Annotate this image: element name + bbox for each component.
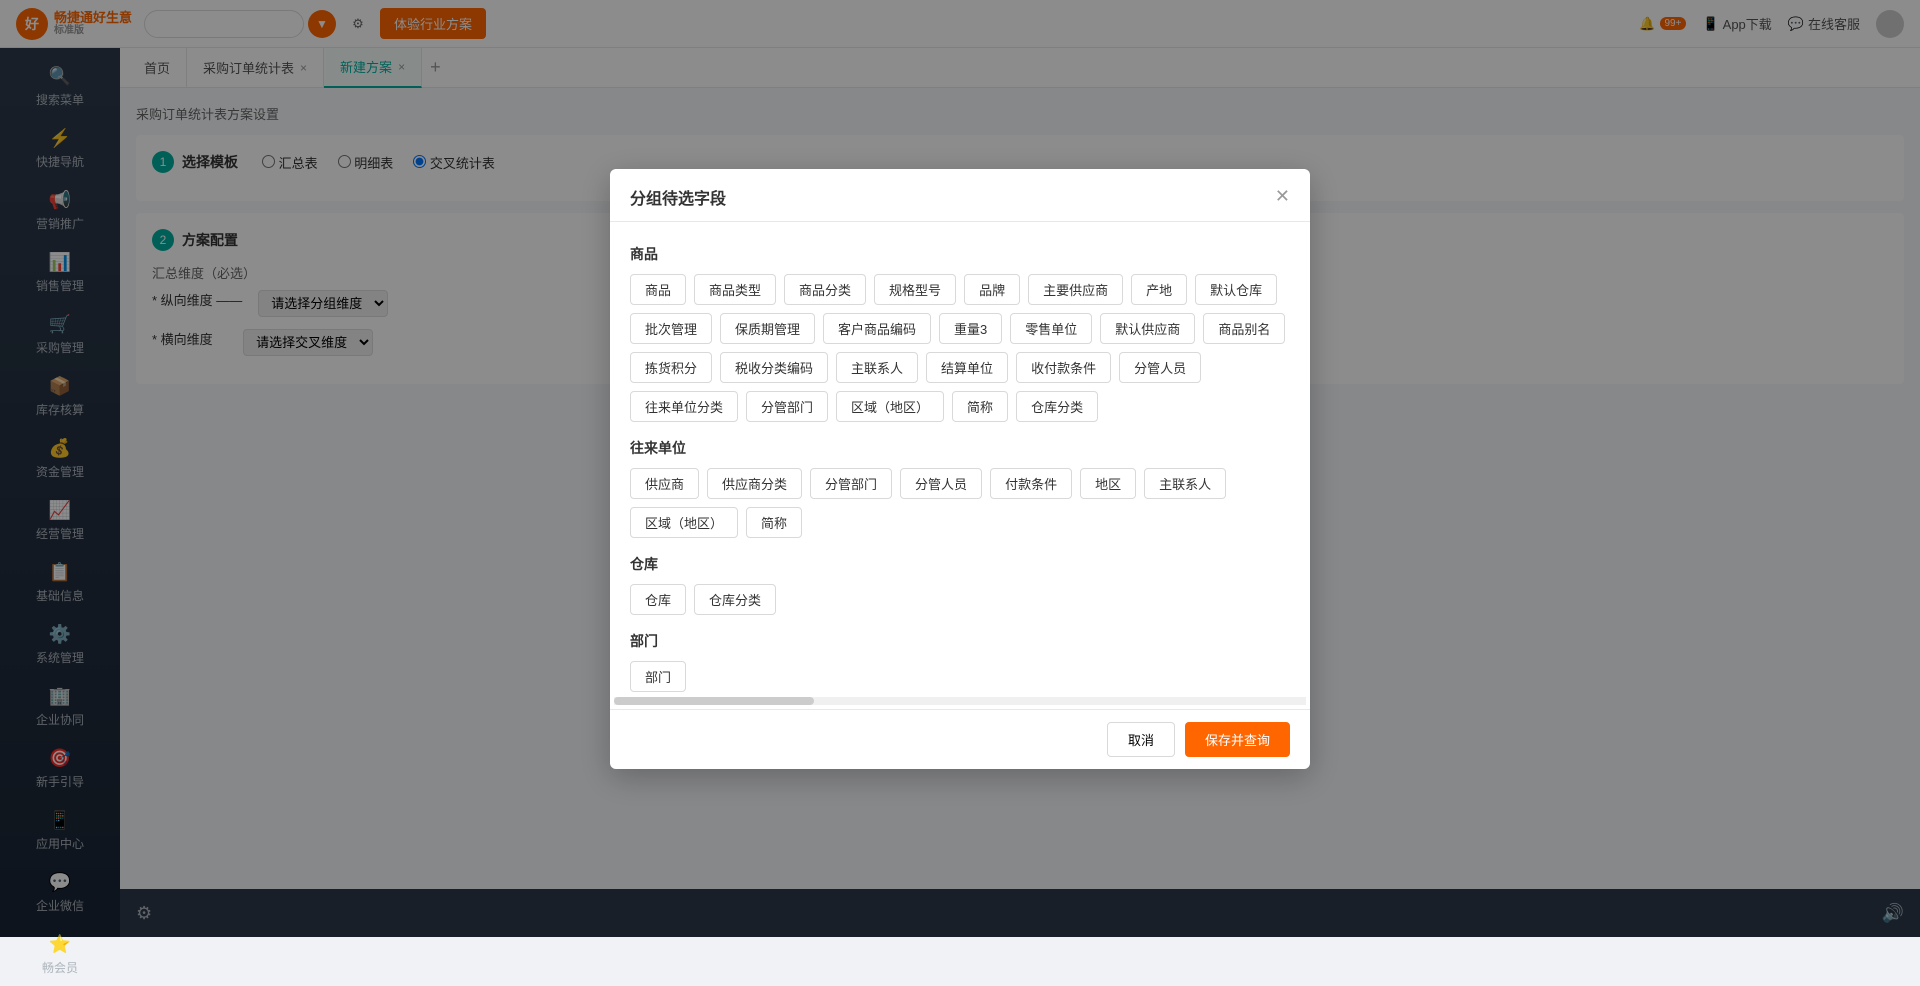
section-product: 商品 商品 商品类型 商品分类 规格型号 品牌 主要供应商 产地 默认仓库 批次…	[630, 244, 1290, 422]
modal-dialog: 分组待选字段 ✕ 商品 商品 商品类型 商品分类 规格型号	[610, 169, 1310, 769]
field-partner-category[interactable]: 往来单位分类	[630, 391, 738, 422]
field-supplier[interactable]: 供应商	[630, 468, 699, 499]
field-pa-area[interactable]: 区域（地区）	[630, 507, 738, 538]
main-content: 首页 采购订单统计表 × 新建方案 × + 采购订单统计表方案设置 1 选择模板…	[120, 48, 1920, 937]
modal-header: 分组待选字段 ✕	[610, 169, 1310, 222]
field-pa-manage-dept[interactable]: 分管部门	[810, 468, 892, 499]
product-fields: 商品 商品类型 商品分类 规格型号 品牌 主要供应商 产地 默认仓库 批次管理 …	[630, 274, 1290, 422]
scrollbar-thumb[interactable]	[614, 697, 814, 705]
field-batch-mgmt[interactable]: 批次管理	[630, 313, 712, 344]
field-product-alias[interactable]: 商品别名	[1203, 313, 1285, 344]
field-product-category[interactable]: 商品分类	[784, 274, 866, 305]
field-brand[interactable]: 品牌	[964, 274, 1020, 305]
field-weight3[interactable]: 重量3	[939, 313, 1002, 344]
field-main-supplier[interactable]: 主要供应商	[1028, 274, 1123, 305]
modal-overlay: 分组待选字段 ✕ 商品 商品 商品类型 商品分类 规格型号	[120, 88, 1920, 889]
field-product[interactable]: 商品	[630, 274, 686, 305]
modal-title: 分组待选字段	[630, 185, 726, 209]
field-pa-region[interactable]: 地区	[1080, 468, 1136, 499]
field-pick-points[interactable]: 拣货积分	[630, 352, 712, 383]
field-settlement-unit[interactable]: 结算单位	[926, 352, 1008, 383]
section-department: 部门 部门	[630, 631, 1290, 692]
field-dept[interactable]: 部门	[630, 661, 686, 692]
cancel-button[interactable]: 取消	[1107, 722, 1175, 757]
field-pa-short-name[interactable]: 简称	[746, 507, 802, 538]
department-fields: 部门	[630, 661, 1290, 692]
field-default-supplier[interactable]: 默认供应商	[1100, 313, 1195, 344]
section-warehouse-title: 仓库	[630, 554, 1290, 574]
partner-fields: 供应商 供应商分类 分管部门 分管人员 付款条件 地区 主联系人 区域（地区） …	[630, 468, 1290, 538]
field-pa-manager[interactable]: 分管人员	[900, 468, 982, 499]
modal-scrollbar-x-area	[610, 697, 1310, 709]
confirm-button[interactable]: 保存并查询	[1185, 722, 1290, 757]
modal-close-icon[interactable]: ✕	[1275, 186, 1290, 207]
section-department-title: 部门	[630, 631, 1290, 651]
field-supplier-category[interactable]: 供应商分类	[707, 468, 802, 499]
field-pa-payment[interactable]: 付款条件	[990, 468, 1072, 499]
field-tax-code[interactable]: 税收分类编码	[720, 352, 828, 383]
field-origin[interactable]: 产地	[1131, 274, 1187, 305]
field-warehouse-category[interactable]: 仓库分类	[1016, 391, 1098, 422]
section-product-title: 商品	[630, 244, 1290, 264]
field-manage-dept[interactable]: 分管部门	[746, 391, 828, 422]
content-area: 采购订单统计表方案设置 1 选择模板 汇总表 明细表 交叉统计表	[120, 88, 1920, 889]
modal-body: 商品 商品 商品类型 商品分类 规格型号 品牌 主要供应商 产地 默认仓库 批次…	[610, 222, 1310, 697]
field-short-name[interactable]: 简称	[952, 391, 1008, 422]
section-partner-title: 往来单位	[630, 438, 1290, 458]
field-region[interactable]: 区域（地区）	[836, 391, 944, 422]
warehouse-fields: 仓库 仓库分类	[630, 584, 1290, 615]
section-partner: 往来单位 供应商 供应商分类 分管部门 分管人员 付款条件 地区 主联系人 区域…	[630, 438, 1290, 538]
main-layout: 🔍 搜索菜单 ⚡ 快捷导航 📢 营销推广 📊 销售管理 🛒 采购管理 📦 库存核…	[0, 48, 1920, 937]
field-shelf-life[interactable]: 保质期管理	[720, 313, 815, 344]
field-payment-term[interactable]: 收付款条件	[1016, 352, 1111, 383]
field-w-category[interactable]: 仓库分类	[694, 584, 776, 615]
field-product-type[interactable]: 商品类型	[694, 274, 776, 305]
field-customer-code[interactable]: 客户商品编码	[823, 313, 931, 344]
scrollbar-x[interactable]	[614, 697, 1306, 705]
field-pa-main-contact[interactable]: 主联系人	[1144, 468, 1226, 499]
field-default-warehouse[interactable]: 默认仓库	[1195, 274, 1277, 305]
field-retail-unit[interactable]: 零售单位	[1010, 313, 1092, 344]
section-warehouse: 仓库 仓库 仓库分类	[630, 554, 1290, 615]
field-main-contact[interactable]: 主联系人	[836, 352, 918, 383]
vip-icon: ⭐	[49, 934, 71, 955]
field-spec-model[interactable]: 规格型号	[874, 274, 956, 305]
field-manager[interactable]: 分管人员	[1119, 352, 1201, 383]
field-warehouse[interactable]: 仓库	[630, 584, 686, 615]
modal-footer: 取消 保存并查询	[610, 709, 1310, 769]
